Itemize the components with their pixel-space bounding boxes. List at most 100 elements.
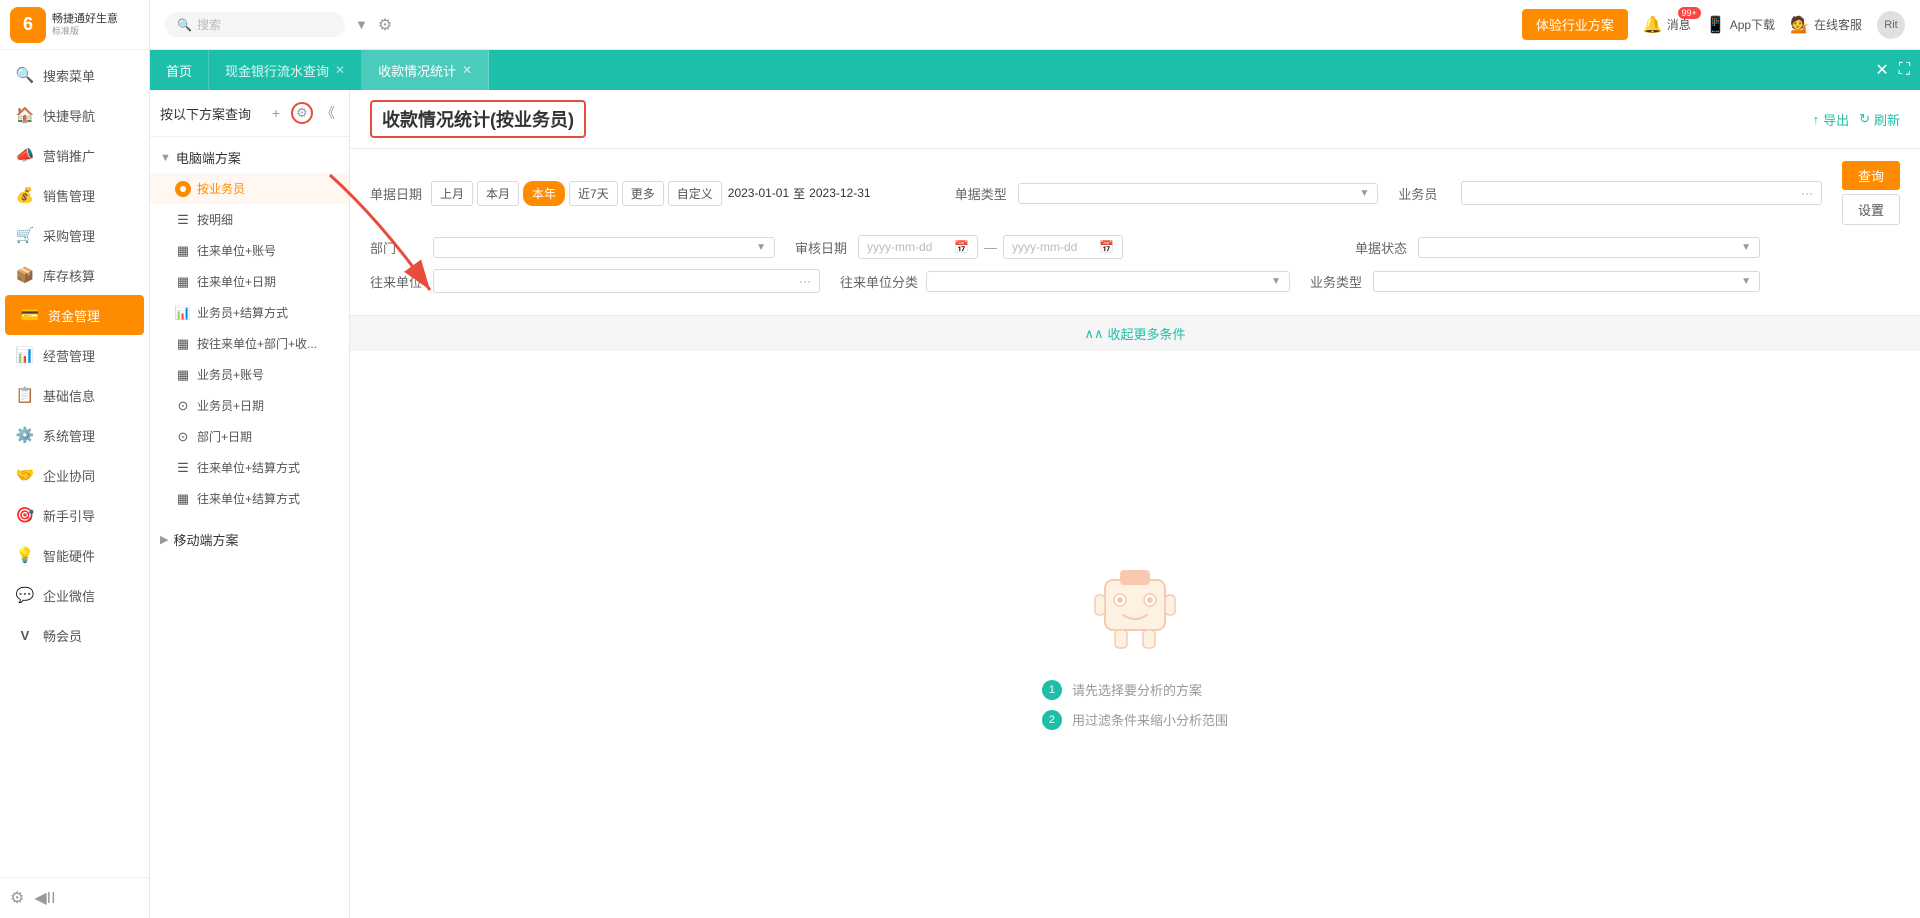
date-btn-more[interactable]: 更多 [622,181,664,206]
sidebar-item-quicknav[interactable]: 🏠 快捷导航 [0,95,149,135]
sidebar-item-basic[interactable]: 📋 基础信息 [0,375,149,415]
partner-category-item: 往来单位分类 ▼ [840,271,1290,292]
sidebar-item-search[interactable]: 🔍 搜索菜单 [0,55,149,95]
sidebar-item-enterprise[interactable]: 🤝 企业协同 [0,455,149,495]
scheme-item-dept-date[interactable]: ⊙ 部门+日期 [150,421,349,452]
dept-label: 部门 [370,238,425,257]
sidebar-item-wechat[interactable]: 💬 企业微信 [0,575,149,615]
active-dot-icon [175,181,191,197]
date-btn-this-month[interactable]: 本月 [477,181,519,206]
sidebar-item-newguide[interactable]: 🎯 新手引导 [0,495,149,535]
scheme-item-partner-account[interactable]: ▦ 往来单位+账号 [150,235,349,266]
trial-btn[interactable]: 体验行业方案 [1522,9,1628,40]
tab-receipt[interactable]: 收款情况统计 ✕ [362,50,489,90]
logo-text: 畅捷通好生意 标准版 [52,12,118,38]
scheme-item-partner-settle1[interactable]: ☰ 往来单位+结算方式 [150,452,349,483]
salesman-select[interactable]: ··· [1461,181,1822,205]
collapse-more-btn[interactable]: ∧∧ 收起更多条件 [1084,324,1185,343]
sidebar-collapse-btn[interactable]: ◀II [34,888,55,908]
sidebar-item-system[interactable]: ⚙️ 系统管理 [0,415,149,455]
sidebar-item-finance[interactable]: 💳 资金管理 [5,295,144,335]
date-search-item: 单据日期 上月 本月 本年 近7天 更多 自定义 2023-01-01 至 [370,181,935,206]
scheme-group-mobile-header[interactable]: ▶ 移动端方案 [150,524,349,555]
detail-icon: ☰ [175,212,191,228]
partner-select[interactable]: ··· [433,269,820,293]
review-date-start[interactable]: yyyy-mm-dd 📅 [858,235,978,259]
tab-bank-close[interactable]: ✕ [335,63,345,77]
left-panel-collapse-btn[interactable]: 《 [317,102,339,124]
salesman-more-icon[interactable]: ··· [1801,186,1813,200]
query-btn[interactable]: 查询 [1842,161,1900,190]
dept-select[interactable]: ▼ [433,237,775,258]
search-settings-btn[interactable]: 设置 [1842,194,1900,225]
sidebar-item-sales[interactable]: 💰 销售管理 [0,175,149,215]
scheme-item-partner-date[interactable]: ▦ 往来单位+日期 [150,266,349,297]
partner-item: 往来单位 ··· [370,269,820,293]
sidebar-item-hardware[interactable]: 💡 智能硬件 [0,535,149,575]
main-area: 🔍 搜索 ▼ ⚙ 体验行业方案 🔔 消息 99+ 📱 App下载 💁 在线客服 … [150,0,1920,918]
date-btn-7days[interactable]: 近7天 [569,181,618,206]
scheme-group-desktop-header[interactable]: ▼ 电脑端方案 [150,142,349,173]
scheme-item-partner-dept[interactable]: ▦ 按往来单位+部门+收... [150,328,349,359]
scheme-item-partner-settle2[interactable]: ▦ 往来单位+结算方式 [150,483,349,514]
messages-icon-area[interactable]: 🔔 消息 99+ [1643,15,1691,35]
phone-icon: 📱 [1706,15,1726,35]
user-avatar[interactable]: Rit [1877,11,1905,39]
sidebar-item-member[interactable]: V 畅会员 [0,615,149,655]
purchase-nav-icon: 🛒 [15,225,35,245]
scheme-item-salesman-settle[interactable]: 📊 业务员+结算方式 [150,297,349,328]
export-btn[interactable]: ↑ 导出 [1813,110,1850,129]
partner-category-select[interactable]: ▼ [926,271,1290,292]
right-content: 收款情况统计(按业务员) ↑ 导出 ↻ 刷新 [350,90,1920,918]
sales-nav-icon: 💰 [15,185,35,205]
partner-account-icon: ▦ [175,243,191,259]
window-maximize-btn[interactable]: ⛶ [1899,61,1910,79]
topbar-gear-icon[interactable]: ⚙ [378,15,392,35]
sidebar-nav: 🔍 搜索菜单 🏠 快捷导航 📣 营销推广 💰 销售管理 🛒 采购管理 📦 库存核… [0,50,149,877]
online-service-area[interactable]: 💁 在线客服 [1790,15,1862,35]
partner-more-btn[interactable]: ··· [799,274,811,288]
search-row-2: 部门 ▼ 审核日期 yyyy-mm-dd 📅 [370,235,1900,259]
search-topbar-icon: 🔍 [177,18,192,32]
scheme-item-salesman-date[interactable]: ⊙ 业务员+日期 [150,390,349,421]
tab-home[interactable]: 首页 [150,50,209,90]
review-date-end[interactable]: yyyy-mm-dd 📅 [1003,235,1123,259]
topbar-dropdown-icon[interactable]: ▼ [355,17,368,32]
topbar-search[interactable]: 🔍 搜索 [165,12,345,37]
sidebar-settings-btn[interactable]: ⚙ [10,888,24,908]
salesman-account-icon: ▦ [175,367,191,383]
newguide-nav-icon: 🎯 [15,505,35,525]
review-date-label: 审核日期 [795,238,850,257]
doc-type-select[interactable]: ▼ [1018,183,1379,204]
partner-label: 往来单位 [370,272,425,291]
partner-settle2-icon: ▦ [175,491,191,507]
home-nav-icon: 🏠 [15,105,35,125]
tabbar-right: ✕ ⛶ [1875,50,1920,90]
window-close-btn[interactable]: ✕ [1875,60,1888,80]
sidebar-item-inventory[interactable]: 📦 库存核算 [0,255,149,295]
left-panel-settings-btn[interactable]: ⚙ [291,102,313,124]
date-range: 2023-01-01 至 2023-12-31 [728,185,871,202]
scheme-item-salesman-account[interactable]: ▦ 业务员+账号 [150,359,349,390]
left-panel-add-btn[interactable]: + [265,102,287,124]
search-row-1: 单据日期 上月 本月 本年 近7天 更多 自定义 2023-01-01 至 [370,161,1900,225]
salesman-item: 业务员 ··· [1398,181,1822,205]
scheme-item-by-detail[interactable]: ☰ 按明细 [150,204,349,235]
sidebar-item-operation[interactable]: 📊 经营管理 [0,335,149,375]
app-download-area[interactable]: 📱 App下载 [1706,15,1775,35]
date-btn-custom[interactable]: 自定义 [668,181,722,206]
biz-type-select[interactable]: ▼ [1373,271,1760,292]
tab-bank[interactable]: 现金银行流水查询 ✕ [209,50,362,90]
empty-step-2: 2 用过滤条件来缩小分析范围 [1042,710,1228,730]
sidebar-item-marketing[interactable]: 📣 营销推广 [0,135,149,175]
date-btn-last-month[interactable]: 上月 [431,181,473,206]
empty-step-1: 1 请先选择要分析的方案 [1042,680,1228,700]
scheme-item-by-salesman[interactable]: 按业务员 [150,173,349,204]
sidebar-item-purchase[interactable]: 🛒 采购管理 [0,215,149,255]
tab-receipt-close[interactable]: ✕ [462,63,472,77]
doc-status-select[interactable]: ▼ [1418,237,1760,258]
doc-status-label: 单据状态 [1355,238,1410,257]
refresh-btn[interactable]: ↻ 刷新 [1859,110,1900,129]
tab-home-label: 首页 [166,61,192,80]
date-btn-this-year[interactable]: 本年 [523,181,565,206]
